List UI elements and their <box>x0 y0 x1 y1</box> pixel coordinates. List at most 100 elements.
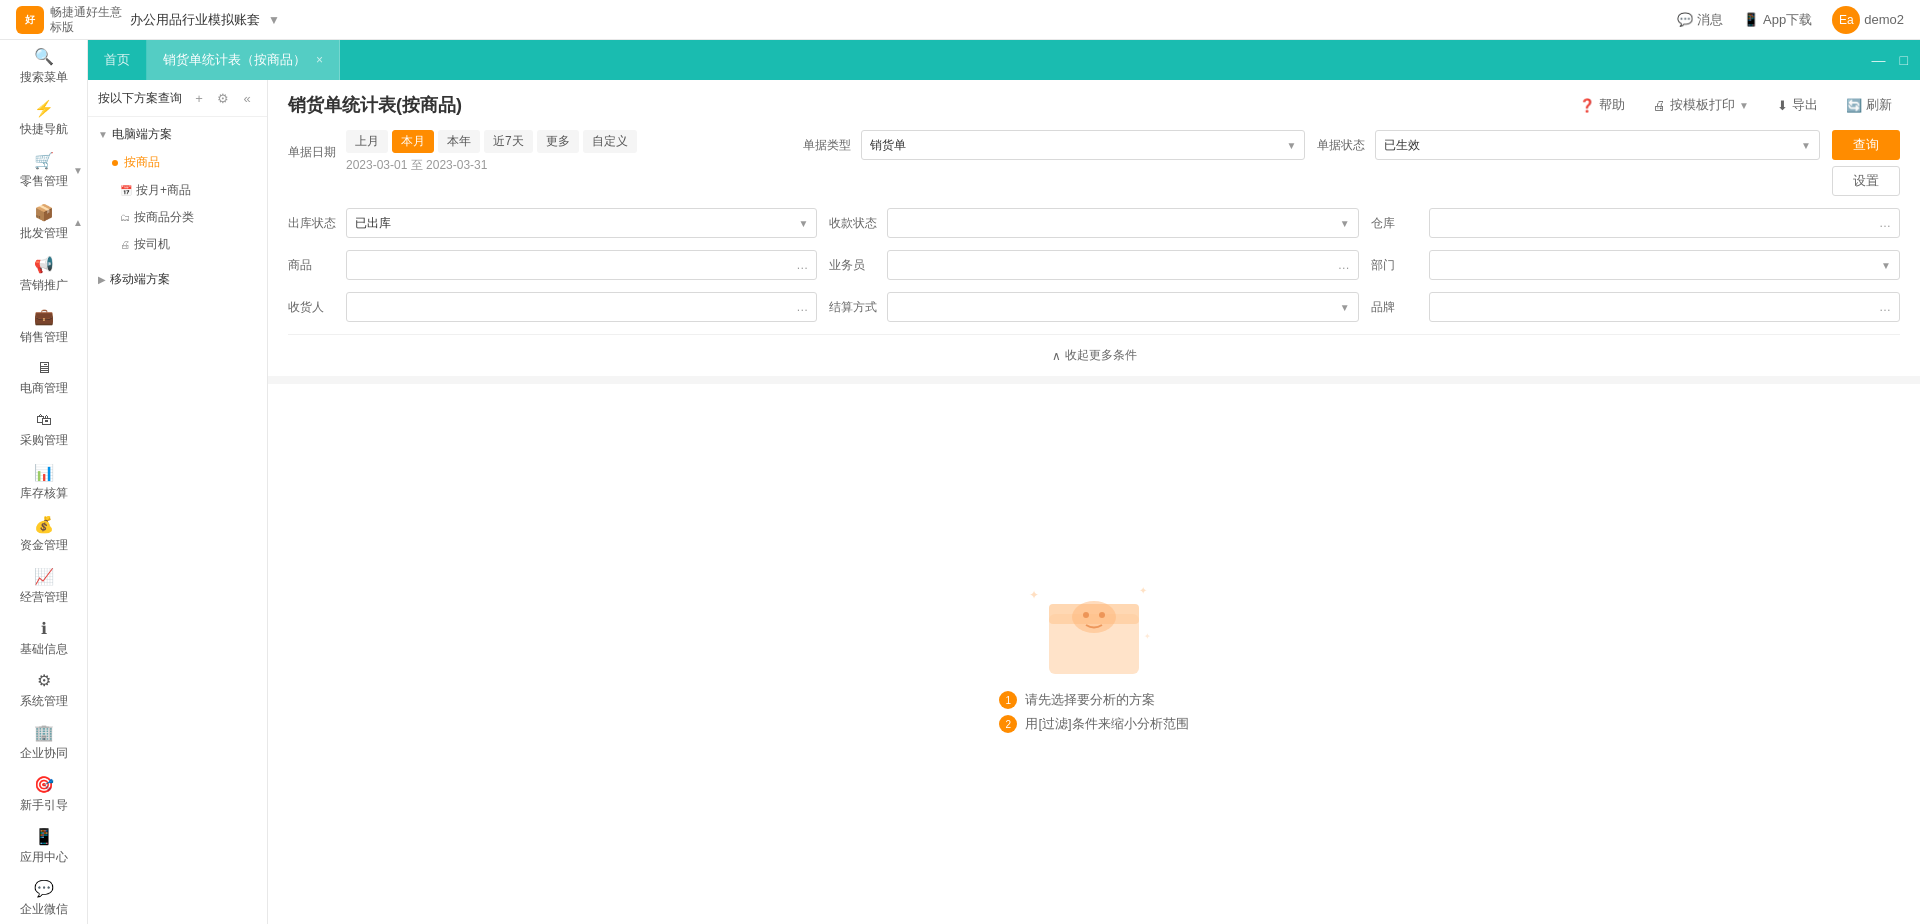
wholesale-arrow-icon: ▲ <box>73 217 83 228</box>
export-btn[interactable]: ⬇ 导出 <box>1769 92 1826 118</box>
scheme-item-by-category[interactable]: 🗂 按商品分类 <box>88 204 267 231</box>
breadcrumb-arrow-icon[interactable]: ▼ <box>268 13 280 27</box>
brand-input[interactable]: … <box>1429 292 1900 322</box>
filter-payment: 结算方式 ▼ <box>829 292 1358 322</box>
warehouse-input[interactable]: … <box>1429 208 1900 238</box>
scheme-settings-btn[interactable]: ⚙ <box>213 88 233 108</box>
step-num-2: 2 <box>999 715 1017 733</box>
svg-point-3 <box>1083 612 1089 618</box>
wechat-icon: 💬 <box>34 879 54 898</box>
date-range-text: 2023-03-01 至 2023-03-31 <box>346 157 791 174</box>
sidebar-item-retail[interactable]: 🛒 零售管理 ▼ <box>0 144 87 196</box>
sidebar-item-ecommerce[interactable]: 🖥 电商管理 <box>0 352 87 404</box>
scheme-group-desktop-header[interactable]: ▼ 电脑端方案 <box>88 121 267 148</box>
scheme-group-mobile-header[interactable]: ▶ 移动端方案 <box>88 266 267 293</box>
scheme-item-by-product[interactable]: 按商品 <box>88 148 267 177</box>
product-dots-icon[interactable]: … <box>796 258 808 272</box>
marketing-icon: 📢 <box>34 255 54 274</box>
doc-type-select[interactable]: 销货单 ▼ <box>861 130 1306 160</box>
scheme-item-by-month-product[interactable]: 📅 按月+商品 <box>88 177 267 204</box>
date-btn-prev-month[interactable]: 上月 <box>346 130 388 153</box>
query-button[interactable]: 查询 <box>1832 130 1900 160</box>
consignee-dots-icon[interactable]: … <box>796 300 808 314</box>
scheme-panel-header: 按以下方案查询 + ⚙ « <box>88 80 267 117</box>
date-btn-7days[interactable]: 近7天 <box>484 130 533 153</box>
sidebar: 🔍 搜索菜单 ⚡ 快捷导航 🛒 零售管理 ▼ 📦 批发管理 ▲ 📢 营销推广 💼… <box>0 40 88 924</box>
scheme-panel-title: 按以下方案查询 <box>98 90 182 107</box>
print-btn[interactable]: 🖨 按模板打印 ▼ <box>1645 92 1757 118</box>
filter-row-1: 单据日期 上月 本月 本年 近7天 更多 自定义 20 <box>288 130 1900 196</box>
staff-dots-icon[interactable]: … <box>1338 258 1350 272</box>
help-btn[interactable]: ❓ 帮助 <box>1571 92 1633 118</box>
scheme-group-desktop: ▼ 电脑端方案 按商品 📅 按月+商品 🗂 按商品分类 <box>88 117 267 262</box>
consignee-input[interactable]: … <box>346 292 817 322</box>
out-status-select[interactable]: 已出库 ▼ <box>346 208 817 238</box>
tab-minimize-icon[interactable]: — <box>1868 48 1890 72</box>
tab-home[interactable]: 首页 <box>88 40 147 80</box>
scheme-collapse-btn[interactable]: « <box>237 88 257 108</box>
product-input[interactable]: … <box>346 250 817 280</box>
scheme-item-by-printer[interactable]: 🖨 按司机 <box>88 231 267 258</box>
date-btn-cur-month[interactable]: 本月 <box>392 130 434 153</box>
sidebar-item-wechat[interactable]: 💬 企业微信 <box>0 872 87 924</box>
collapse-arrow-icon: ∧ <box>1052 349 1061 363</box>
main-layout: 🔍 搜索菜单 ⚡ 快捷导航 🛒 零售管理 ▼ 📦 批发管理 ▲ 📢 营销推广 💼… <box>0 40 1920 924</box>
tab-bar-actions: — □ <box>1860 40 1920 80</box>
filter-collapse-btn[interactable]: ∧ 收起更多条件 <box>288 341 1900 370</box>
sidebar-item-quick-nav[interactable]: ⚡ 快捷导航 <box>0 92 87 144</box>
payment-arrow-icon: ▼ <box>1340 302 1350 313</box>
tab-sales-report[interactable]: 销货单统计表（按商品） × <box>147 40 340 80</box>
scheme-sub-icon-3: 🖨 <box>120 239 130 250</box>
system-icon: ⚙ <box>37 671 51 690</box>
date-btn-custom[interactable]: 自定义 <box>583 130 637 153</box>
industry-breadcrumb[interactable]: 办公用品行业模拟账套 <box>130 11 260 29</box>
sidebar-item-sales[interactable]: 💼 销售管理 <box>0 300 87 352</box>
wholesale-icon: 📦 <box>34 203 54 222</box>
filter-doc-status: 单据状态 已生效 ▼ <box>1317 130 1820 160</box>
filter-row-2: 出库状态 已出库 ▼ 收款状态 ▼ <box>288 208 1900 238</box>
refresh-btn[interactable]: 🔄 刷新 <box>1838 92 1900 118</box>
payment-select[interactable]: ▼ <box>887 292 1358 322</box>
filter-warehouse: 仓库 … <box>1371 208 1900 238</box>
sidebar-item-marketing[interactable]: 📢 营销推广 <box>0 248 87 300</box>
filter-product: 商品 … <box>288 250 817 280</box>
date-btn-more[interactable]: 更多 <box>537 130 579 153</box>
basic-info-icon: ℹ <box>41 619 47 638</box>
sidebar-item-search-menu[interactable]: 🔍 搜索菜单 <box>0 40 87 92</box>
app-download-btn[interactable]: 📱 App下载 <box>1743 11 1812 29</box>
scheme-group-mobile-arrow-icon: ▶ <box>98 274 106 285</box>
sidebar-item-system[interactable]: ⚙ 系统管理 <box>0 664 87 716</box>
tab-maximize-icon[interactable]: □ <box>1896 48 1912 72</box>
staff-input[interactable]: … <box>887 250 1358 280</box>
sidebar-item-inventory[interactable]: 📊 库存核算 <box>0 456 87 508</box>
sidebar-item-ops[interactable]: 📈 经营管理 <box>0 560 87 612</box>
brand-dots-icon[interactable]: … <box>1879 300 1891 314</box>
sidebar-item-wholesale[interactable]: 📦 批发管理 ▲ <box>0 196 87 248</box>
warehouse-dots-icon[interactable]: … <box>1879 216 1891 230</box>
warehouse-label: 仓库 <box>1371 215 1421 232</box>
date-btn-year[interactable]: 本年 <box>438 130 480 153</box>
enterprise-icon: 🏢 <box>34 723 54 742</box>
sidebar-item-basic-info[interactable]: ℹ 基础信息 <box>0 612 87 664</box>
empty-step-1: 1 请先选择要分析的方案 <box>999 691 1188 709</box>
scheme-add-btn[interactable]: + <box>189 88 209 108</box>
user-profile-btn[interactable]: Ea demo2 <box>1832 6 1904 34</box>
settings-button[interactable]: 设置 <box>1832 166 1900 196</box>
sales-icon: 💼 <box>34 307 54 326</box>
doc-status-select[interactable]: 已生效 ▼ <box>1375 130 1820 160</box>
filter-row-4: 收货人 … 结算方式 ▼ <box>288 292 1900 322</box>
sidebar-item-newbie[interactable]: 🎯 新手引导 <box>0 768 87 820</box>
scheme-sub-icon-2: 🗂 <box>120 212 130 223</box>
receipt-status-select[interactable]: ▼ <box>887 208 1358 238</box>
message-btn[interactable]: 💬 消息 <box>1677 11 1723 29</box>
date-btn-group: 上月 本月 本年 近7天 更多 自定义 <box>346 130 791 153</box>
page-header-row: 销货单统计表(按商品) ❓ 帮助 🖨 按模板打印 ▼ <box>288 92 1900 118</box>
tab-close-icon[interactable]: × <box>316 53 323 67</box>
sidebar-item-finance[interactable]: 💰 资金管理 <box>0 508 87 560</box>
sidebar-item-purchase[interactable]: 🛍 采购管理 <box>0 404 87 456</box>
export-icon: ⬇ <box>1777 98 1788 113</box>
sidebar-item-app-center[interactable]: 📱 应用中心 <box>0 820 87 872</box>
dept-select[interactable]: ▼ <box>1429 250 1900 280</box>
sidebar-item-enterprise[interactable]: 🏢 企业协同 <box>0 716 87 768</box>
dept-arrow-icon: ▼ <box>1881 260 1891 271</box>
